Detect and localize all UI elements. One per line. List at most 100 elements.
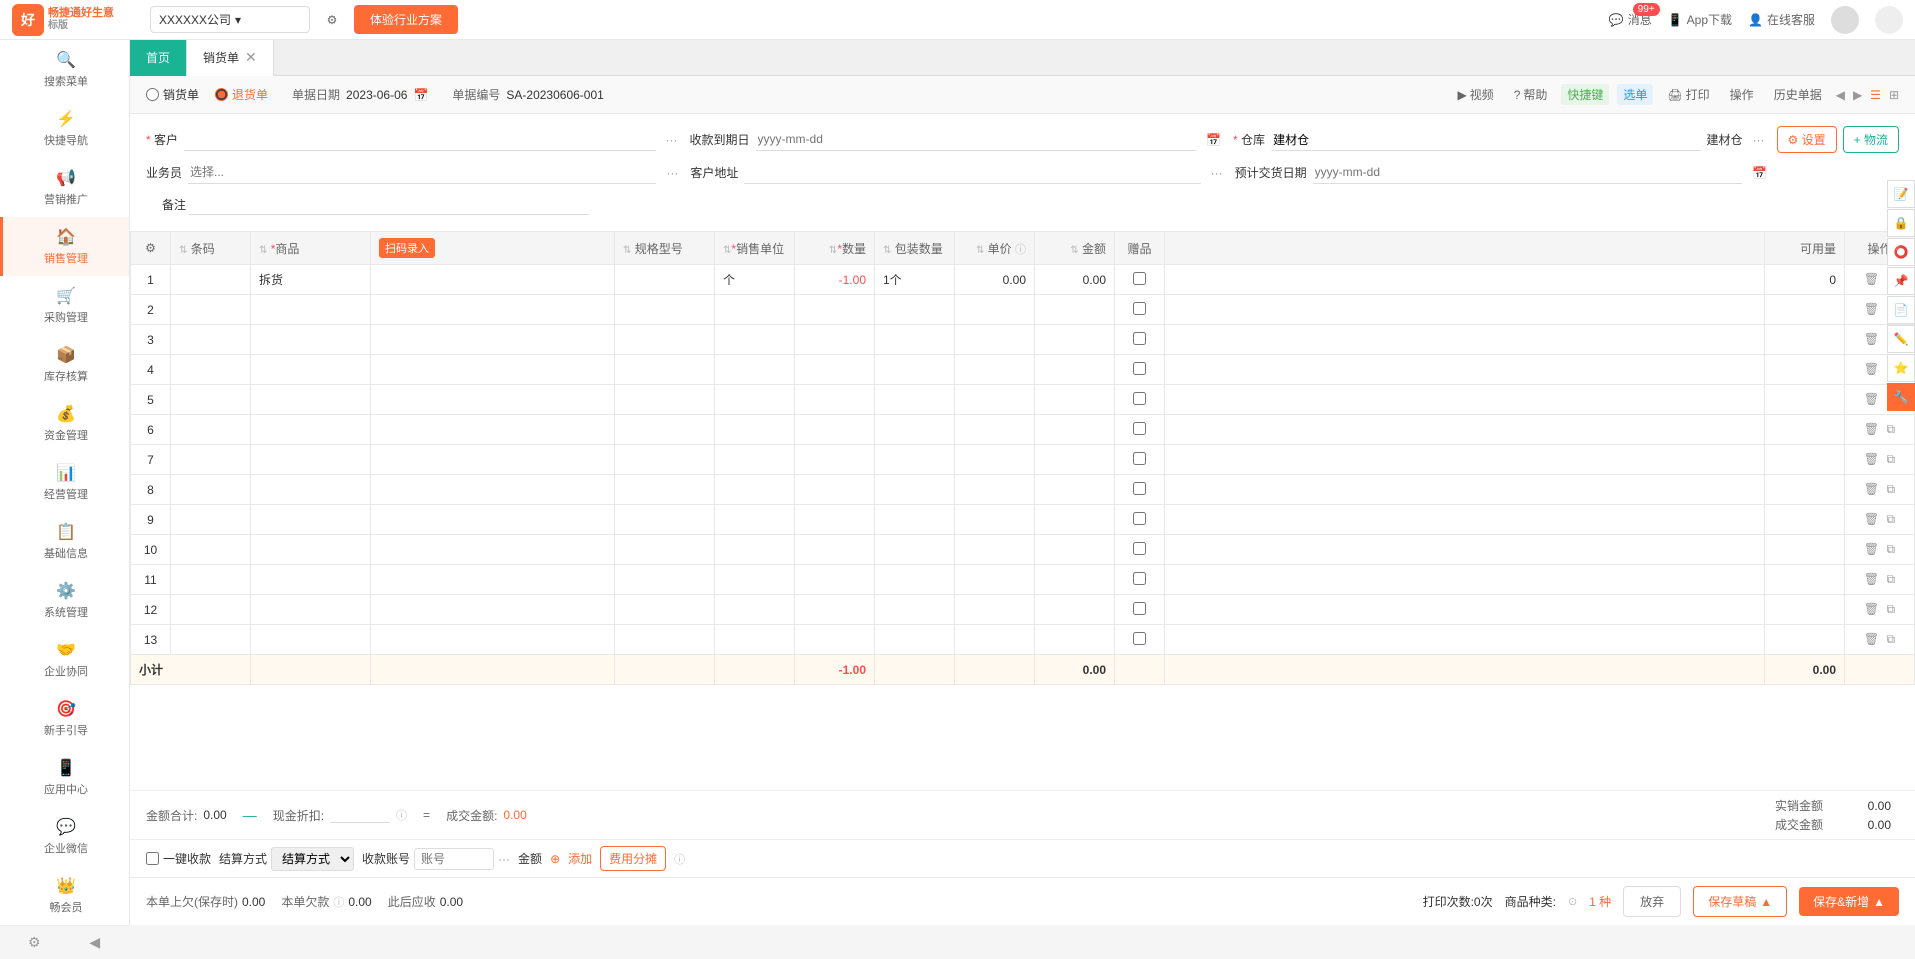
delete-icon[interactable]: 🗑 [1864,422,1879,436]
save-draft-chevron[interactable]: ▲ [1760,895,1772,909]
cell-barcode[interactable] [171,325,251,355]
cell-spec[interactable] [615,535,715,565]
sidebar-item-basic-info[interactable]: 📋 基础信息 [0,512,129,571]
radio-sales-input[interactable] [146,88,159,101]
cell-qty[interactable] [795,355,875,385]
copy-icon[interactable]: ⧉ [1887,602,1896,616]
account-dots[interactable]: ··· [498,852,510,866]
sidebar-item-purchase[interactable]: 🛒 采购管理 [0,276,129,335]
cell-product[interactable] [251,625,371,655]
delete-icon[interactable]: 🗑 [1864,572,1879,586]
cell-amount[interactable] [1035,445,1115,475]
avatar[interactable] [1831,6,1859,34]
cell-price[interactable] [955,445,1035,475]
copy-icon[interactable]: ⧉ [1887,452,1896,466]
cell-qty[interactable] [795,625,875,655]
app-download-btn[interactable]: 📱 App下载 [1668,11,1732,28]
cell-pkg-qty[interactable] [875,565,955,595]
cell-qty[interactable] [795,415,875,445]
select-btn[interactable]: 选单 [1617,84,1653,105]
delete-icon[interactable]: 🗑 [1864,512,1879,526]
delete-icon[interactable]: 🗑 [1864,302,1879,316]
cell-pkg-qty[interactable] [875,325,955,355]
cell-barcode[interactable] [171,385,251,415]
cell-price[interactable] [955,505,1035,535]
sidebar-item-member[interactable]: 👑 畅会员 [0,866,129,925]
help-btn[interactable]: ? 帮助 [1508,84,1554,105]
cell-barcode[interactable] [171,595,251,625]
cell-spec[interactable] [615,355,715,385]
cell-spec[interactable] [615,565,715,595]
cell-product[interactable] [251,595,371,625]
sidebar-item-guide[interactable]: 🎯 新手引导 [0,689,129,748]
cell-price[interactable] [955,565,1035,595]
sidebar-item-operations[interactable]: 📊 经营管理 [0,453,129,512]
right-btn-lock[interactable]: 🔒 [1887,209,1915,237]
cell-qty[interactable] [795,565,875,595]
right-btn-star[interactable]: ⭐ [1887,354,1915,382]
cell-unit[interactable]: 个 [715,265,795,295]
copy-icon[interactable]: ⧉ [1887,512,1896,526]
right-btn-pin[interactable]: 📌 [1887,267,1915,295]
cell-product[interactable] [251,325,371,355]
cell-price[interactable] [955,295,1035,325]
cell-gift[interactable] [1115,535,1165,565]
discard-btn[interactable]: 放弃 [1623,886,1681,917]
cell-gift[interactable] [1115,415,1165,445]
cell-barcode[interactable] [171,505,251,535]
cell-pkg-qty[interactable] [875,445,955,475]
copy-icon[interactable]: ⧉ [1887,422,1896,436]
radio-return-input[interactable] [215,88,228,101]
cell-qty[interactable] [795,595,875,625]
cell-pkg-qty[interactable] [875,505,955,535]
sidebar-item-wechat[interactable]: 💬 企业微信 [0,807,129,866]
cell-pkg-qty[interactable] [875,415,955,445]
online-service-btn[interactable]: 👤 在线客服 [1748,11,1815,28]
cell-qty[interactable] [795,325,875,355]
warehouse-dots[interactable]: ··· [1749,133,1769,147]
cell-unit[interactable] [715,505,795,535]
cell-unit[interactable] [715,445,795,475]
due-date-calendar-icon[interactable]: 📅 [1202,133,1225,147]
form-settings-btn[interactable]: ⚙ 设置 [1777,126,1837,153]
cell-price[interactable] [955,415,1035,445]
cell-gift[interactable] [1115,355,1165,385]
customer-dots[interactable]: ··· [662,133,682,147]
account-input[interactable] [414,848,494,870]
cell-gift[interactable] [1115,505,1165,535]
delete-icon[interactable]: 🗑 [1864,482,1879,496]
sidebar-item-enterprise[interactable]: 🤝 企业协同 [0,630,129,689]
salesperson-dots[interactable]: ··· [662,166,682,180]
customer-input[interactable] [184,128,655,151]
cell-barcode[interactable] [171,415,251,445]
cell-unit[interactable] [715,385,795,415]
addr-dots[interactable]: ··· [1207,166,1227,180]
add-label[interactable]: 添加 [568,850,592,867]
cell-price[interactable] [955,325,1035,355]
salesperson-input[interactable] [188,161,656,184]
cell-spec[interactable] [615,295,715,325]
cell-price[interactable] [955,385,1035,415]
expense-split-btn[interactable]: 费用分摊 [600,846,666,871]
sidebar-collapse-btn[interactable]: ◀ [69,934,122,951]
cell-gift[interactable] [1115,265,1165,295]
cell-pkg-qty[interactable] [875,385,955,415]
cell-gift[interactable] [1115,475,1165,505]
expected-date-calendar-icon[interactable]: 📅 [1748,166,1771,180]
cell-amount[interactable] [1035,595,1115,625]
message-btn[interactable]: 💬 消息 99+ [1609,11,1652,28]
sidebar-settings-btn[interactable]: ⚙ [8,934,61,951]
cell-gift[interactable] [1115,565,1165,595]
scan-btn[interactable]: 扫码录入 [379,238,435,258]
cell-price[interactable] [955,625,1035,655]
delete-icon[interactable]: 🗑 [1864,542,1879,556]
cell-spec[interactable] [615,415,715,445]
cell-price[interactable] [955,355,1035,385]
tab-close-icon[interactable]: ✕ [245,49,257,66]
sidebar-item-app-center[interactable]: 📱 应用中心 [0,748,129,807]
sidebar-item-sales[interactable]: 🏠 销售管理 [0,217,129,276]
cell-amount[interactable] [1035,565,1115,595]
cell-unit[interactable] [715,295,795,325]
cell-spec[interactable] [615,505,715,535]
delete-icon[interactable]: 🗑 [1864,392,1879,406]
